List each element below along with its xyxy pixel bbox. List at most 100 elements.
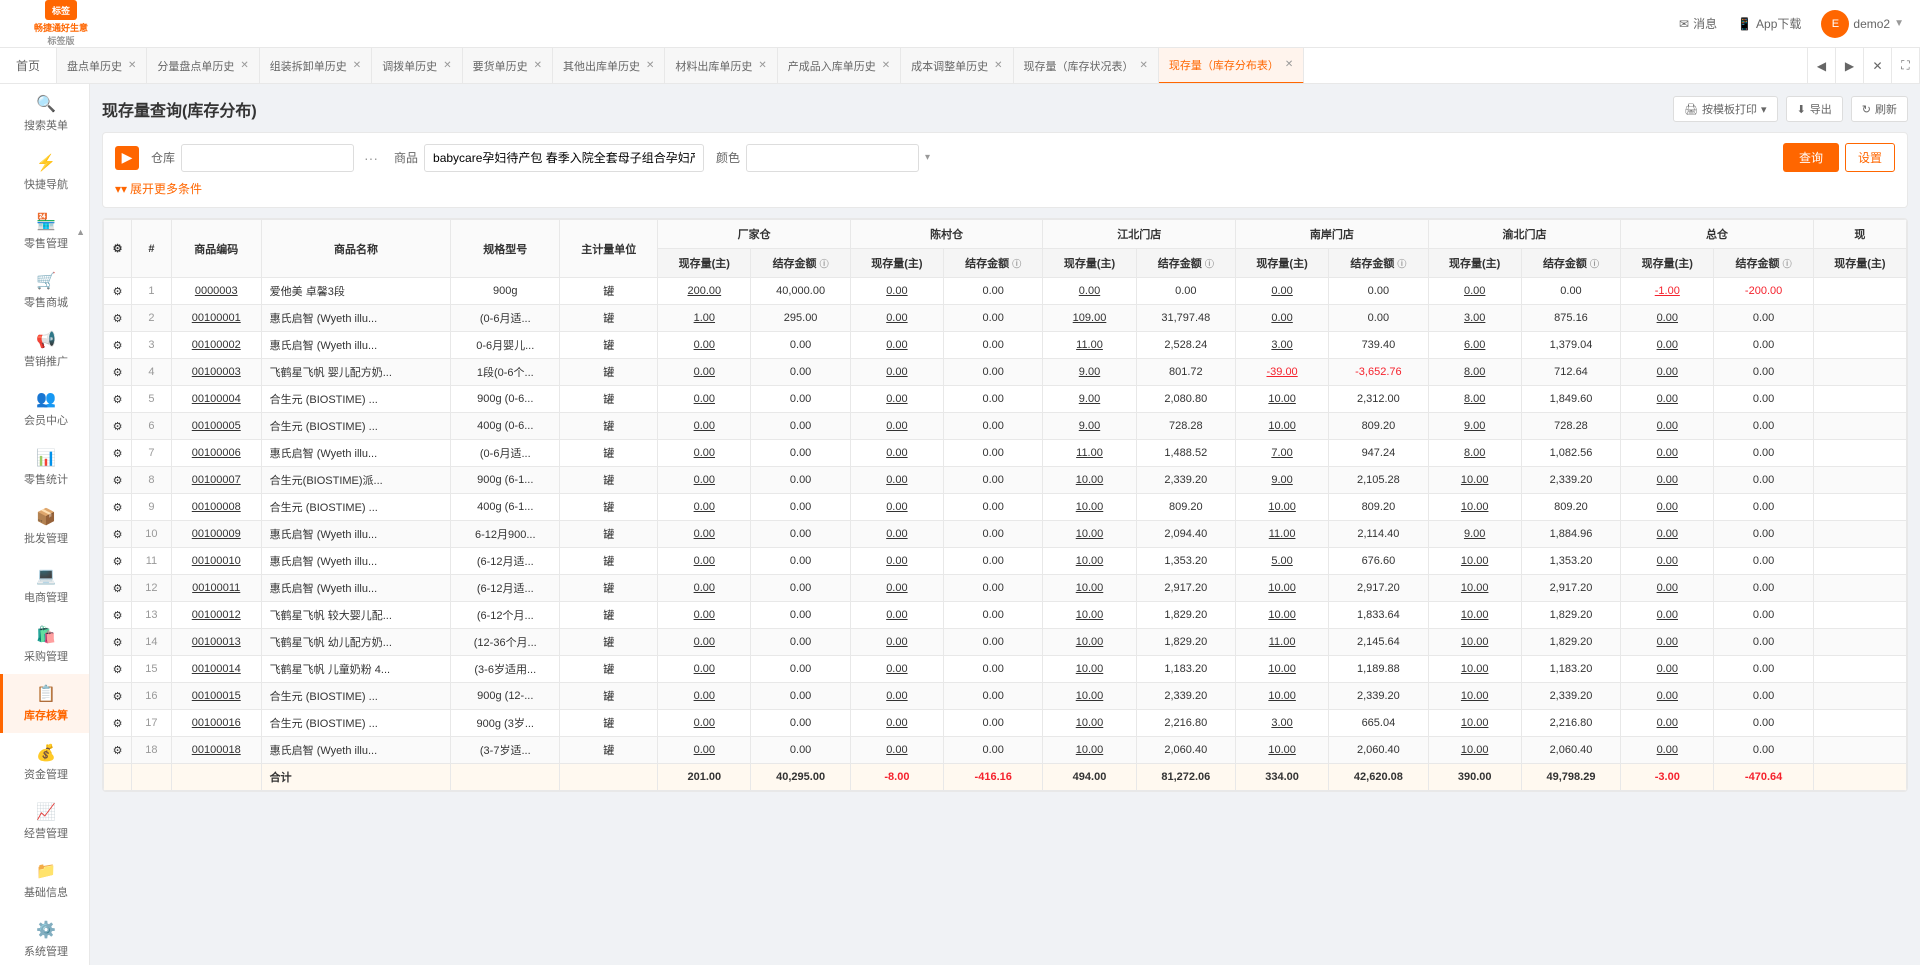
td-settings[interactable]: ⚙: [104, 494, 132, 521]
td-settings[interactable]: ⚙: [104, 575, 132, 602]
td-ng-qty[interactable]: 10.00: [1236, 494, 1329, 521]
td-settings[interactable]: ⚙: [104, 737, 132, 764]
td-settings[interactable]: ⚙: [104, 656, 132, 683]
sidebar-item-retail-stat[interactable]: 📊 零售统计: [0, 438, 89, 497]
sidebar-item-ecommerce[interactable]: 💻 电商管理: [0, 556, 89, 615]
td-code[interactable]: 00100014: [171, 656, 261, 683]
td-b-qty[interactable]: 0.00: [850, 278, 943, 305]
td-yb-qty[interactable]: 10.00: [1428, 575, 1521, 602]
td-settings[interactable]: ⚙: [104, 683, 132, 710]
sidebar-item-retail-store[interactable]: 🛒 零售商城: [0, 261, 89, 320]
td-settings[interactable]: ⚙: [104, 278, 132, 305]
sidebar-item-system[interactable]: ⚙️ 系统管理: [0, 910, 89, 965]
td-yb-qty[interactable]: 10.00: [1428, 683, 1521, 710]
td-b-qty[interactable]: 0.00: [850, 548, 943, 575]
td-f-qty[interactable]: 0.00: [658, 683, 751, 710]
td-code[interactable]: 00100004: [171, 386, 261, 413]
td-ng-qty[interactable]: 0.00: [1236, 278, 1329, 305]
ellipsis-icon[interactable]: ···: [360, 150, 382, 166]
td-b-qty[interactable]: 0.00: [850, 629, 943, 656]
expand-conditions-btn[interactable]: ▾▾ 展开更多条件: [115, 180, 202, 197]
td-t-qty[interactable]: 0.00: [1621, 440, 1714, 467]
td-f-qty[interactable]: 0.00: [658, 656, 751, 683]
td-b-qty[interactable]: 0.00: [850, 359, 943, 386]
print-btn[interactable]: 🖨 按模板打印 ▾: [1673, 96, 1778, 122]
td-f-qty[interactable]: 0.00: [658, 602, 751, 629]
td-f-qty[interactable]: 0.00: [658, 332, 751, 359]
td-jb-qty[interactable]: 9.00: [1043, 386, 1136, 413]
tab-stock-dist[interactable]: 现存量（库存分布表） ✕: [1159, 48, 1304, 84]
td-ng-qty[interactable]: 7.00: [1236, 440, 1329, 467]
tab-close-all-btn[interactable]: ✕: [1864, 48, 1892, 84]
message-btn[interactable]: ✉ 消息: [1679, 15, 1717, 32]
td-code[interactable]: 00100010: [171, 548, 261, 575]
td-yb-qty[interactable]: 10.00: [1428, 467, 1521, 494]
td-t-qty[interactable]: -1.00: [1621, 278, 1714, 305]
td-ng-qty[interactable]: 0.00: [1236, 305, 1329, 332]
sidebar-item-inventory[interactable]: 📋 库存核算: [0, 674, 89, 733]
td-code[interactable]: 00100008: [171, 494, 261, 521]
setting-button[interactable]: 设置: [1845, 143, 1895, 172]
tab-transfer[interactable]: 调拨单历史 ✕: [372, 48, 462, 84]
close-icon[interactable]: ✕: [758, 60, 766, 71]
td-jb-qty[interactable]: 10.00: [1043, 656, 1136, 683]
td-ng-qty[interactable]: 10.00: [1236, 656, 1329, 683]
td-t-qty[interactable]: 0.00: [1621, 602, 1714, 629]
td-f-qty[interactable]: 0.00: [658, 359, 751, 386]
td-yb-qty[interactable]: 10.00: [1428, 548, 1521, 575]
tab-home[interactable]: 首页: [0, 48, 57, 84]
td-f-qty[interactable]: 0.00: [658, 710, 751, 737]
td-code[interactable]: 00100006: [171, 440, 261, 467]
sidebar-item-marketing[interactable]: 📢 营销推广: [0, 320, 89, 379]
td-t-qty[interactable]: 0.00: [1621, 467, 1714, 494]
tab-material-out[interactable]: 材料出库单历史 ✕: [665, 48, 777, 84]
td-jb-qty[interactable]: 11.00: [1043, 440, 1136, 467]
td-code[interactable]: 00100018: [171, 737, 261, 764]
tab-purchase-goods[interactable]: 要货单历史 ✕: [463, 48, 553, 84]
td-ng-qty[interactable]: 3.00: [1236, 332, 1329, 359]
td-f-qty[interactable]: 0.00: [658, 440, 751, 467]
td-ng-qty[interactable]: 10.00: [1236, 683, 1329, 710]
td-jb-qty[interactable]: 0.00: [1043, 278, 1136, 305]
close-icon[interactable]: ✕: [1285, 59, 1293, 70]
td-jb-qty[interactable]: 11.00: [1043, 332, 1136, 359]
td-ng-qty[interactable]: 11.00: [1236, 521, 1329, 548]
td-t-qty[interactable]: 0.00: [1621, 359, 1714, 386]
search-button[interactable]: 查询: [1783, 143, 1839, 172]
tab-group-detail[interactable]: 组装拆卸单历史 ✕: [260, 48, 372, 84]
td-yb-qty[interactable]: 9.00: [1428, 413, 1521, 440]
td-f-qty[interactable]: 0.00: [658, 467, 751, 494]
td-ng-qty[interactable]: 5.00: [1236, 548, 1329, 575]
td-jb-qty[interactable]: 10.00: [1043, 494, 1136, 521]
td-yb-qty[interactable]: 8.00: [1428, 359, 1521, 386]
td-jb-qty[interactable]: 10.00: [1043, 737, 1136, 764]
td-t-qty[interactable]: 0.00: [1621, 575, 1714, 602]
export-btn[interactable]: ⬇ 导出: [1786, 96, 1843, 122]
td-yb-qty[interactable]: 8.00: [1428, 386, 1521, 413]
td-settings[interactable]: ⚙: [104, 467, 132, 494]
goods-input[interactable]: [424, 144, 704, 172]
td-code[interactable]: 00100002: [171, 332, 261, 359]
td-jb-qty[interactable]: 9.00: [1043, 413, 1136, 440]
td-settings[interactable]: ⚙: [104, 521, 132, 548]
td-yb-qty[interactable]: 6.00: [1428, 332, 1521, 359]
td-b-qty[interactable]: 0.00: [850, 413, 943, 440]
td-jb-qty[interactable]: 10.00: [1043, 575, 1136, 602]
td-yb-qty[interactable]: 9.00: [1428, 521, 1521, 548]
td-settings[interactable]: ⚙: [104, 305, 132, 332]
td-t-qty[interactable]: 0.00: [1621, 521, 1714, 548]
td-yb-qty[interactable]: 10.00: [1428, 737, 1521, 764]
td-settings[interactable]: ⚙: [104, 332, 132, 359]
close-icon[interactable]: ✕: [443, 60, 451, 71]
td-b-qty[interactable]: 0.00: [850, 305, 943, 332]
sidebar-item-retail-mgmt[interactable]: 🏪 零售管理 ▲: [0, 202, 89, 261]
td-code[interactable]: 00100011: [171, 575, 261, 602]
td-f-qty[interactable]: 0.00: [658, 575, 751, 602]
tab-other-out[interactable]: 其他出库单历史 ✕: [553, 48, 665, 84]
td-settings[interactable]: ⚙: [104, 548, 132, 575]
sidebar-item-wholesale[interactable]: 📦 批发管理: [0, 497, 89, 556]
td-b-qty[interactable]: 0.00: [850, 386, 943, 413]
td-b-qty[interactable]: 0.00: [850, 683, 943, 710]
td-settings[interactable]: ⚙: [104, 629, 132, 656]
td-b-qty[interactable]: 0.00: [850, 710, 943, 737]
